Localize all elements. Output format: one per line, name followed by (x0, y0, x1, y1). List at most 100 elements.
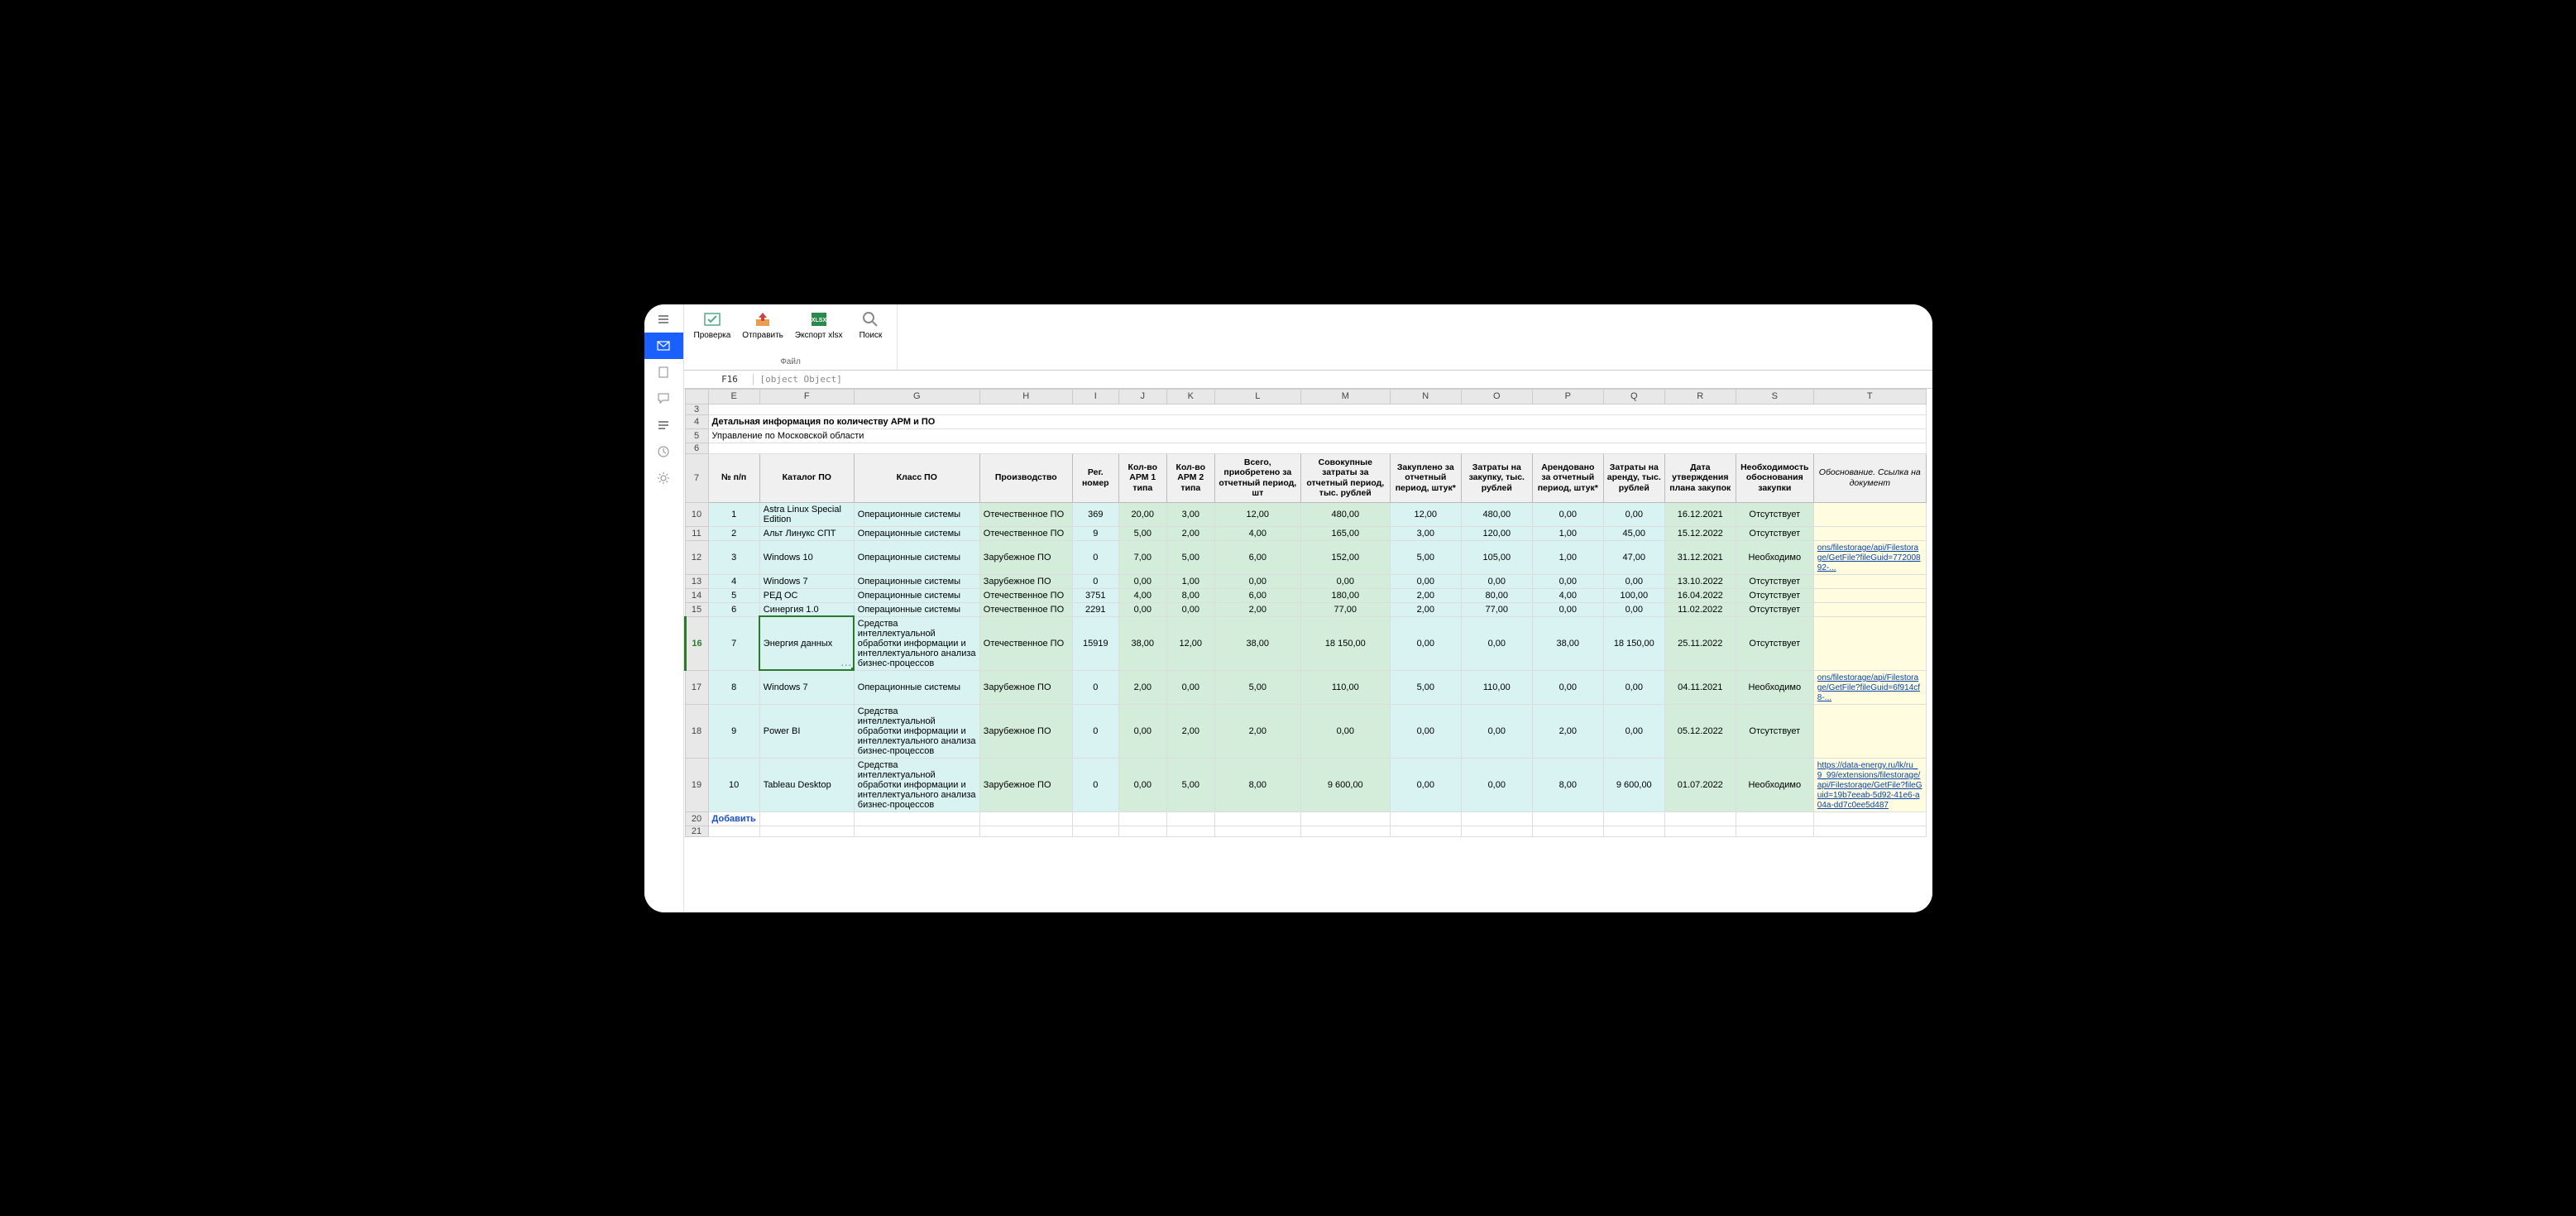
cell-need[interactable]: Отсутствует (1736, 588, 1813, 602)
cell[interactable] (1300, 811, 1390, 826)
link-text[interactable]: https://data-energy.ru/lk/ru_9_99/extens… (1817, 761, 1922, 810)
subtitle-cell[interactable]: Управление по Московской области (708, 428, 1926, 443)
cell-catalog[interactable]: Power BI (759, 704, 854, 758)
cell-prod[interactable]: Зарубежное ПО (979, 704, 1072, 758)
cell-reg[interactable]: 0 (1072, 758, 1118, 811)
cell-a1[interactable]: 0,00 (1118, 758, 1166, 811)
cell-n[interactable]: 4 (708, 574, 759, 588)
cell-n[interactable]: 5 (708, 588, 759, 602)
row-header[interactable]: 15 (685, 602, 708, 616)
col-header-P[interactable]: P (1532, 389, 1603, 404)
col-header-T[interactable]: T (1813, 389, 1926, 404)
cell-class[interactable]: Операционные системы (854, 602, 979, 616)
cell-date[interactable]: 13.10.2022 (1664, 574, 1736, 588)
sidebar-item-0[interactable] (644, 306, 684, 333)
cell-rent[interactable]: 1,00 (1532, 540, 1603, 574)
cell-rcost[interactable]: 9 600,00 (1603, 758, 1664, 811)
add-link[interactable]: Добавить (712, 814, 756, 824)
cell-a1[interactable]: 2,00 (1118, 670, 1166, 704)
cell-total[interactable]: 2,00 (1214, 704, 1300, 758)
cell-a2[interactable]: 2,00 (1166, 526, 1214, 540)
cell-class[interactable]: Операционные системы (854, 502, 979, 526)
cell-rent[interactable]: 0,00 (1532, 574, 1603, 588)
cell-reg[interactable]: 0 (1072, 670, 1118, 704)
cell-sum[interactable]: 110,00 (1300, 670, 1390, 704)
row-header[interactable]: 4 (685, 414, 708, 428)
cell-rent[interactable]: 1,00 (1532, 526, 1603, 540)
cell-rcost[interactable]: 47,00 (1603, 540, 1664, 574)
cell-bcost[interactable]: 80,00 (1461, 588, 1532, 602)
cell-n[interactable]: 9 (708, 704, 759, 758)
cell[interactable] (1813, 826, 1926, 836)
cell-n[interactable]: 2 (708, 526, 759, 540)
cell-bought[interactable]: 5,00 (1390, 670, 1461, 704)
row-header[interactable]: 5 (685, 428, 708, 443)
cell-link[interactable] (1813, 616, 1926, 670)
table-header[interactable]: № п/п (708, 453, 759, 502)
sidebar-item-list[interactable] (644, 412, 684, 438)
cell[interactable] (1214, 811, 1300, 826)
link-text[interactable]: ons/filestorage/api/Filestorage/GetFile?… (1817, 543, 1921, 572)
cell-date[interactable]: 25.11.2022 (1664, 616, 1736, 670)
cell[interactable] (1390, 811, 1461, 826)
ribbon-btn-export[interactable]: XLSX Экспорт xlsx (792, 308, 846, 342)
cell-catalog[interactable]: Astra Linux Special Edition (759, 502, 854, 526)
row-header[interactable]: 3 (685, 404, 708, 414)
cell[interactable] (708, 443, 1926, 453)
cell-date[interactable]: 05.12.2022 (1664, 704, 1736, 758)
cell[interactable] (1461, 811, 1532, 826)
cell-catalog[interactable]: РЕД ОС (759, 588, 854, 602)
cell-total[interactable]: 38,00 (1214, 616, 1300, 670)
cell-rent[interactable]: 0,00 (1532, 502, 1603, 526)
cell-class[interactable]: Средства интеллектуальной обработки инфо… (854, 616, 979, 670)
cell-bcost[interactable]: 0,00 (1461, 616, 1532, 670)
cell-reg[interactable]: 0 (1072, 704, 1118, 758)
cell-link[interactable] (1813, 602, 1926, 616)
cell-rcost[interactable]: 0,00 (1603, 704, 1664, 758)
cell-rcost[interactable]: 45,00 (1603, 526, 1664, 540)
table-header[interactable]: Обоснование. Ссылка на документ (1813, 453, 1926, 502)
cell-date[interactable]: 16.04.2022 (1664, 588, 1736, 602)
cell-sum[interactable]: 0,00 (1300, 574, 1390, 588)
row-header[interactable]: 16 (685, 616, 708, 670)
cell-a1[interactable]: 4,00 (1118, 588, 1166, 602)
col-header-I[interactable]: I (1072, 389, 1118, 404)
cell-reg[interactable]: 9 (1072, 526, 1118, 540)
table-header[interactable]: Кол-во АРМ 1 типа (1118, 453, 1166, 502)
cell-total[interactable]: 4,00 (1214, 526, 1300, 540)
cell-bought[interactable]: 0,00 (1390, 704, 1461, 758)
cell[interactable] (1390, 826, 1461, 836)
cell[interactable] (979, 811, 1072, 826)
cell-total[interactable]: 0,00 (1214, 574, 1300, 588)
name-box[interactable]: F16 (707, 374, 754, 385)
col-header-M[interactable]: M (1300, 389, 1390, 404)
table-header[interactable]: Рег. номер (1072, 453, 1118, 502)
cell-a2[interactable]: 12,00 (1166, 616, 1214, 670)
cell-total[interactable]: 6,00 (1214, 588, 1300, 602)
cell[interactable] (759, 811, 854, 826)
cell-link[interactable] (1813, 526, 1926, 540)
cell-need[interactable]: Отсутствует (1736, 704, 1813, 758)
cell-n[interactable]: 3 (708, 540, 759, 574)
cell-bought[interactable]: 0,00 (1390, 758, 1461, 811)
cell-class[interactable]: Операционные системы (854, 588, 979, 602)
table-header[interactable]: Закуплено за отчетный период, штук* (1390, 453, 1461, 502)
cell-a1[interactable]: 0,00 (1118, 602, 1166, 616)
spreadsheet[interactable]: EFGHIJKLMNOPQRST34Детальная информация п… (684, 389, 1932, 912)
cell-link[interactable] (1813, 588, 1926, 602)
cell-catalog[interactable]: Энергия данных… (759, 616, 854, 670)
cell-a2[interactable]: 0,00 (1166, 670, 1214, 704)
cell-n[interactable]: 6 (708, 602, 759, 616)
cell[interactable] (1736, 826, 1813, 836)
cell-bought[interactable]: 0,00 (1390, 574, 1461, 588)
cell-n[interactable]: 1 (708, 502, 759, 526)
cell-class[interactable]: Средства интеллектуальной обработки инфо… (854, 704, 979, 758)
cell[interactable] (1166, 811, 1214, 826)
table-header[interactable]: Дата утверждения плана закупок (1664, 453, 1736, 502)
cell-date[interactable]: 15.12.2022 (1664, 526, 1736, 540)
sidebar-item-clock[interactable] (644, 438, 684, 465)
cell-a1[interactable]: 0,00 (1118, 704, 1166, 758)
cell-catalog[interactable]: Альт Линукс СПТ (759, 526, 854, 540)
col-header-R[interactable]: R (1664, 389, 1736, 404)
cell-class[interactable]: Средства интеллектуальной обработки инфо… (854, 758, 979, 811)
